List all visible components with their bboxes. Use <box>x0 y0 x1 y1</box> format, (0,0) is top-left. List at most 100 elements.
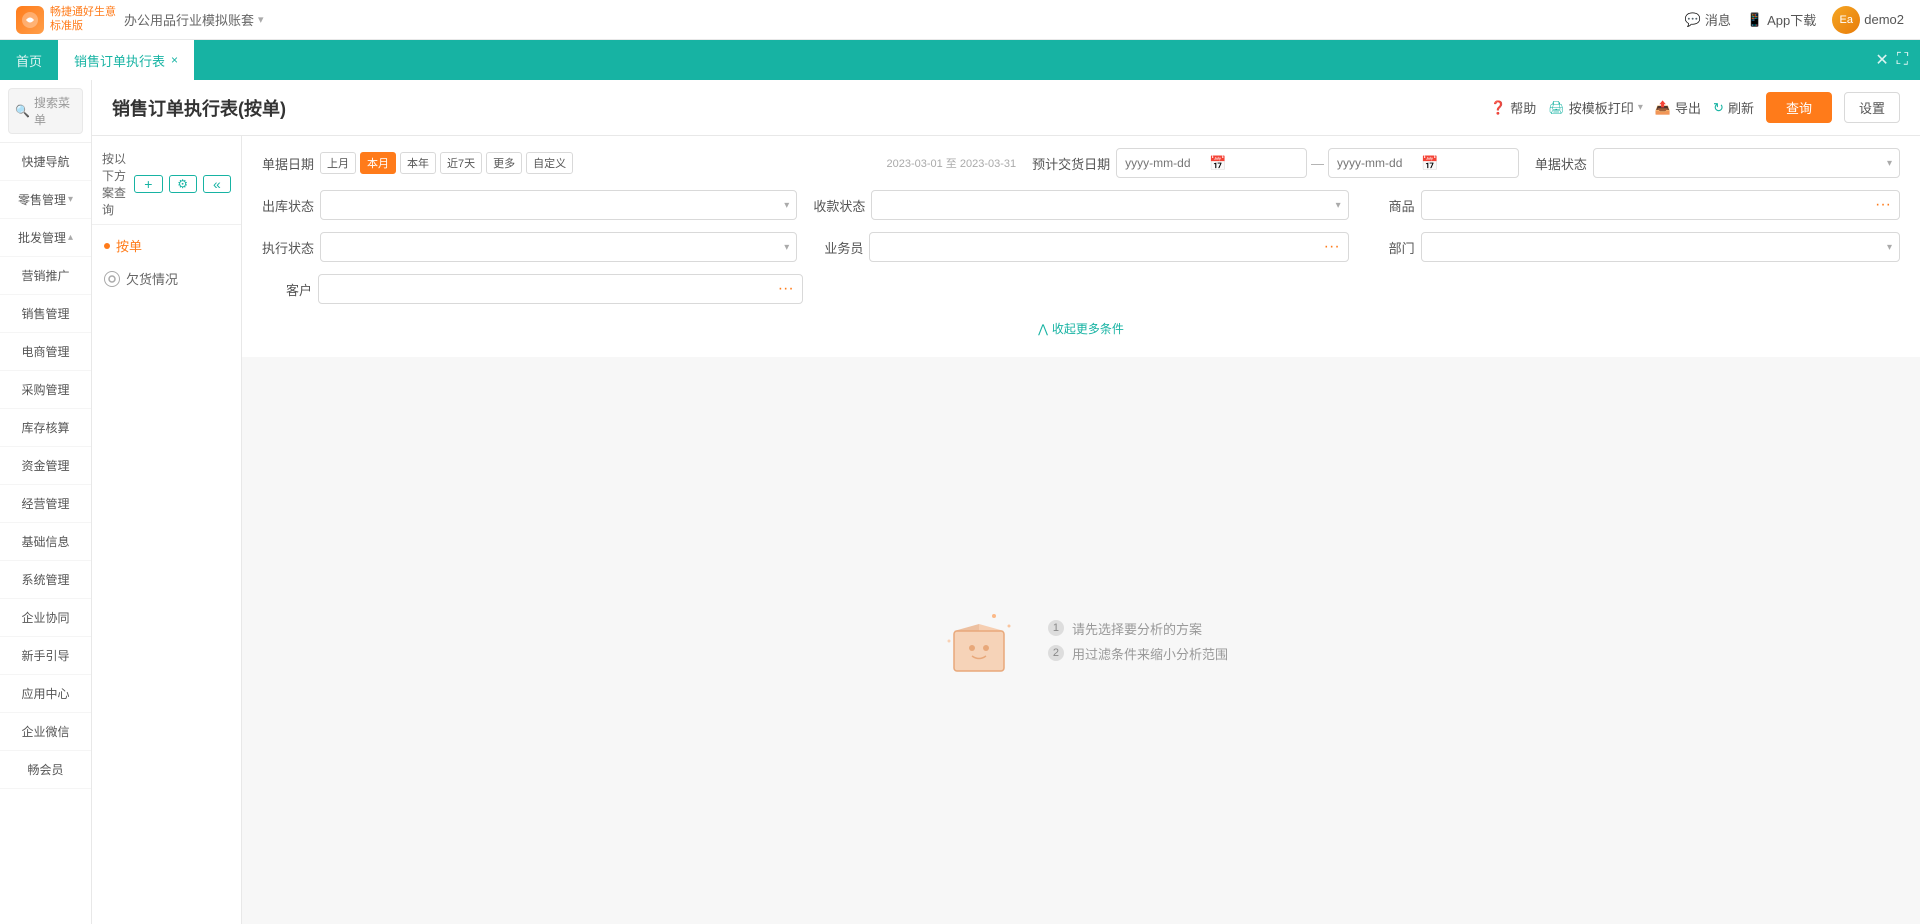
settings-button[interactable]: 设置 <box>1844 92 1900 123</box>
sidebar-item-system[interactable]: 系统管理 <box>0 561 91 599</box>
sidebar-item-operations[interactable]: 经营管理 <box>0 485 91 523</box>
print-dropdown-icon: ▾ <box>1638 102 1643 113</box>
query-button[interactable]: 查询 <box>1766 92 1832 123</box>
print-icon: 🖨 <box>1548 100 1565 116</box>
refresh-icon: ↻ <box>1713 100 1724 116</box>
help-button[interactable]: ❓ 帮助 <box>1490 98 1536 117</box>
exec-status-field: 执行状态 ▾ <box>262 232 797 262</box>
salesperson-field: 业务员 ··· <box>813 232 1348 262</box>
pill-more[interactable]: 更多 <box>486 152 522 174</box>
payment-select[interactable] <box>871 190 1348 220</box>
logo-area: 畅捷通好生意 标准版 <box>16 6 116 34</box>
sidebar-item-collab[interactable]: 企业协同 <box>0 599 91 637</box>
download-icon: 📱 <box>1747 12 1763 28</box>
add-scheme-button[interactable]: + <box>134 175 162 193</box>
sidebar-search-area: 🔍 搜索菜单 <box>0 80 91 143</box>
expected-date-start-input[interactable] <box>1125 156 1205 170</box>
dept-select-wrap: ▾ <box>1421 232 1900 262</box>
date-field: 单据日期 上月 本月 本年 近7天 更多 自定义 <box>262 152 870 174</box>
payment-label: 收款状态 <box>813 196 865 215</box>
pill-last-month[interactable]: 上月 <box>320 152 356 174</box>
scheme-item-欠货情况[interactable]: 欠货情况 <box>92 262 241 295</box>
tab-close-icon[interactable]: × <box>171 53 178 67</box>
sidebar-item-marketing[interactable]: 营销推广 <box>0 257 91 295</box>
pill-this-year[interactable]: 本年 <box>400 152 436 174</box>
scheme-inactive-dot <box>104 271 120 287</box>
header-right: 💬 消息 📱 App下载 Ea demo2 <box>1685 6 1904 34</box>
content-area: 销售订单执行表(按单) ❓ 帮助 🖨 按模板打印 ▾ 📤 导出 <box>92 80 1920 924</box>
content-inner: 按以下方案查询 + ⚙ « 按单 欠货情况 <box>92 136 1920 924</box>
message-button[interactable]: 💬 消息 <box>1685 10 1731 29</box>
exec-select[interactable] <box>320 232 797 262</box>
status-select-wrap: ▾ <box>1593 148 1900 178</box>
close-window-icon[interactable]: ✕ <box>1875 50 1888 70</box>
dept-select[interactable] <box>1421 232 1900 262</box>
collapse-panel-button[interactable]: « <box>203 175 231 193</box>
goods-label: 商品 <box>1365 196 1415 215</box>
empty-text-item-1: 1 请先选择要分析的方案 <box>1048 619 1202 638</box>
customer-label: 客户 <box>262 280 312 299</box>
user-profile[interactable]: Ea demo2 <box>1832 6 1904 34</box>
goods-dots-icon: ··· <box>1875 196 1891 214</box>
app-download-button[interactable]: 📱 App下载 <box>1747 10 1816 29</box>
customer-dots-icon: ··· <box>778 280 794 298</box>
sidebar-item-sales[interactable]: 销售管理 <box>0 295 91 333</box>
expand-icon[interactable]: ⛶ <box>1897 51 1908 69</box>
payment-select-wrap: ▾ <box>871 190 1348 220</box>
sidebar-item-quick-nav[interactable]: 快捷导航 <box>0 143 91 181</box>
date-pills: 上月 本月 本年 近7天 更多 自定义 <box>320 152 573 174</box>
empty-text-item-2: 2 用过滤条件来缩小分析范围 <box>1048 644 1228 663</box>
sidebar-item-basic-info[interactable]: 基础信息 <box>0 523 91 561</box>
tab-sales-execution[interactable]: 销售订单执行表 × <box>58 40 194 80</box>
sidebar-item-wholesale[interactable]: 批发管理 ▴ <box>0 219 91 257</box>
sidebar-item-wechat[interactable]: 企业微信 <box>0 713 91 751</box>
scheme-active-dot <box>104 243 110 249</box>
sidebar-item-inventory[interactable]: 库存核算 <box>0 409 91 447</box>
sidebar-item-member[interactable]: 畅会员 <box>0 751 91 789</box>
sidebar-item-purchase[interactable]: 采购管理 <box>0 371 91 409</box>
expected-date-start[interactable]: 📅 <box>1116 148 1307 178</box>
collapse-button[interactable]: ⋀ 收起更多条件 <box>1038 320 1124 337</box>
filter-row-2: 出库状态 ▾ 收款状态 <box>262 190 1900 220</box>
salesperson-picker[interactable]: ··· <box>869 232 1348 262</box>
breadcrumb[interactable]: 办公用品行业模拟账套 ▾ <box>124 10 264 29</box>
print-button[interactable]: 🖨 按模板打印 ▾ <box>1548 98 1643 117</box>
sidebar-item-fund[interactable]: 资金管理 <box>0 447 91 485</box>
scheme-item-按单[interactable]: 按单 <box>92 229 241 262</box>
goods-field: 商品 ··· <box>1365 190 1900 220</box>
sidebar-item-app-center[interactable]: 应用中心 <box>0 675 91 713</box>
empty-illustration <box>934 596 1024 686</box>
search-menu-button[interactable]: 🔍 搜索菜单 <box>8 88 83 134</box>
expected-date-end[interactable]: 📅 <box>1328 148 1519 178</box>
expected-date-end-input[interactable] <box>1337 156 1417 170</box>
goods-picker[interactable]: ··· <box>1421 190 1900 220</box>
collapse-row: ⋀ 收起更多条件 <box>262 316 1900 345</box>
export-button[interactable]: 📤 导出 <box>1655 98 1701 117</box>
filter-row-1: 单据日期 上月 本月 本年 近7天 更多 自定义 2023-03-0 <box>262 148 1900 178</box>
right-content: 单据日期 上月 本月 本年 近7天 更多 自定义 2023-03-0 <box>242 136 1920 924</box>
pill-this-month[interactable]: 本月 <box>360 152 396 174</box>
tab-bar: 首页 销售订单执行表 × ✕ ⛶ <box>0 40 1920 80</box>
sidebar-item-guide[interactable]: 新手引导 <box>0 637 91 675</box>
tab-home[interactable]: 首页 <box>0 40 58 80</box>
delivery-label: 出库状态 <box>262 196 314 215</box>
salesperson-dots-icon: ··· <box>1324 238 1340 256</box>
filter-row-4: 客户 ··· <box>262 274 1900 304</box>
delivery-field: 出库状态 ▾ <box>262 190 797 220</box>
filter-form: 单据日期 上月 本月 本年 近7天 更多 自定义 2023-03-0 <box>242 136 1920 357</box>
sidebar-item-ecommerce[interactable]: 电商管理 <box>0 333 91 371</box>
refresh-button[interactable]: ↻ 刷新 <box>1713 98 1754 117</box>
pill-custom[interactable]: 自定义 <box>526 152 573 174</box>
date-separator: — <box>1311 156 1324 171</box>
pill-last-7-days[interactable]: 近7天 <box>440 152 482 174</box>
dept-field: 部门 ▾ <box>1365 232 1900 262</box>
sidebar-item-retail[interactable]: 零售管理 ▾ <box>0 181 91 219</box>
scheme-settings-button[interactable]: ⚙ <box>169 175 197 193</box>
status-select[interactable] <box>1593 148 1900 178</box>
exec-status-label: 执行状态 <box>262 238 314 257</box>
header-left: 畅捷通好生意 标准版 办公用品行业模拟账套 ▾ <box>16 6 264 34</box>
delivery-select[interactable] <box>320 190 797 220</box>
salesperson-label: 业务员 <box>813 238 863 257</box>
search-icon: 🔍 <box>15 104 30 118</box>
customer-picker[interactable]: ··· <box>318 274 803 304</box>
